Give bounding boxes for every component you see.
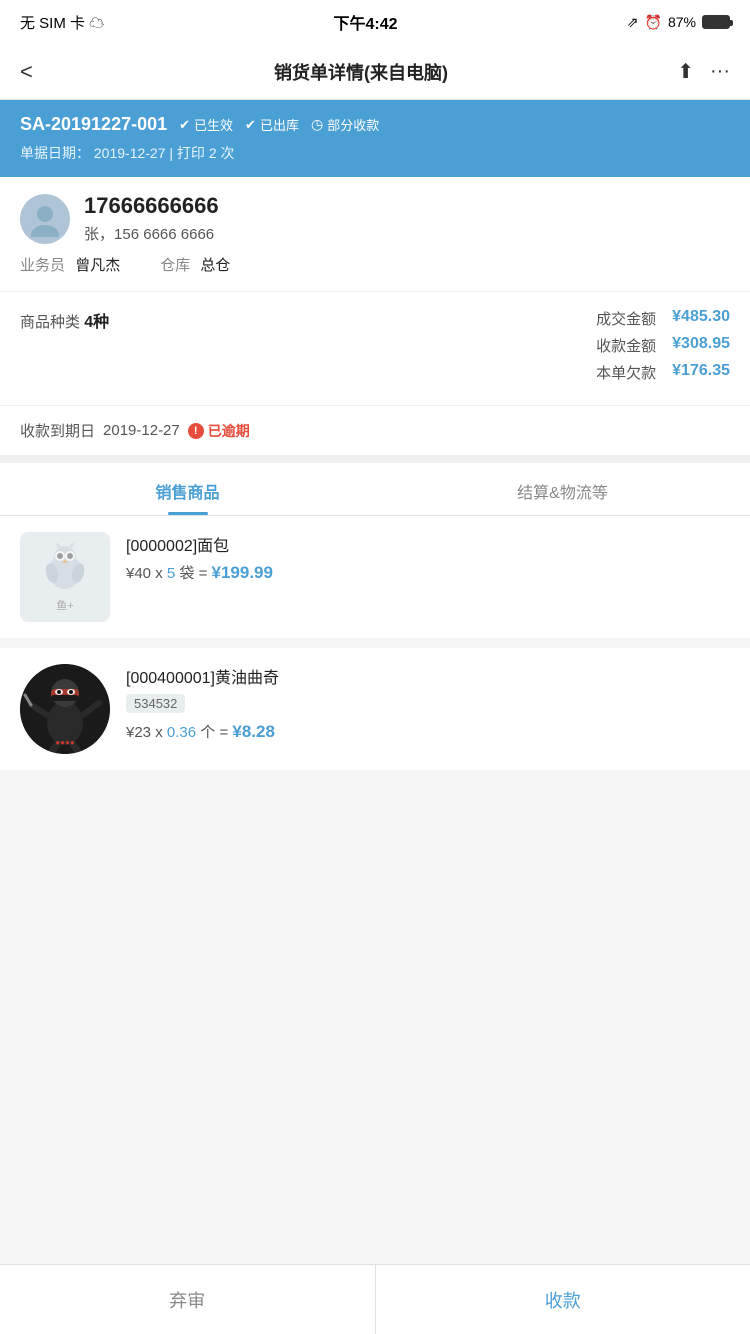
more-icon[interactable]: ··· bbox=[710, 60, 730, 83]
list-item: ●●●● [000400001]黄油曲奇 534532 ¥23 x 0.36 个… bbox=[0, 648, 750, 770]
product-info-2: [000400001]黄油曲奇 534532 ¥23 x 0.36 个 = ¥8… bbox=[126, 664, 730, 742]
category-label: 商品种类 bbox=[20, 314, 80, 331]
warehouse-label: 仓库 bbox=[160, 257, 190, 274]
print-suffix: 次 bbox=[221, 145, 235, 161]
owl-placeholder: 鱼+ bbox=[20, 532, 110, 622]
owed-amount-row: 本单欠款 ¥176.35 bbox=[596, 362, 730, 383]
status-right: ⇗ ⏰ 87% bbox=[627, 14, 730, 31]
bottom-action-bar: 弃审 收款 bbox=[0, 1264, 750, 1334]
product-list: 鱼+ [0000002]面包 ¥40 x 5 袋 = ¥199.99 bbox=[0, 516, 750, 770]
product-unit-1: 袋 bbox=[179, 565, 194, 582]
order-date: 2019-12-27 bbox=[94, 145, 166, 161]
tab-products[interactable]: 销售商品 bbox=[0, 463, 375, 515]
battery-text: 87% bbox=[668, 14, 696, 30]
order-date-row: 单据日期： 2019-12-27 | 打印 2 次 bbox=[20, 143, 730, 163]
status-left: 无 SIM 卡 ☁ bbox=[20, 12, 104, 33]
tabs-bar: 销售商品 结算&物流等 bbox=[0, 463, 750, 516]
warehouse-block: 仓库 总仓 bbox=[160, 254, 230, 275]
salesperson-value: 曾凡杰 bbox=[75, 257, 120, 274]
nav-right-buttons: ⬆ ··· bbox=[677, 59, 730, 84]
nav-bar: < 销货单详情(来自电脑) ⬆ ··· bbox=[0, 44, 750, 100]
avatar bbox=[20, 194, 70, 244]
owed-amount-label: 本单欠款 bbox=[596, 362, 656, 383]
check-icon-effective bbox=[179, 117, 190, 133]
customer-info-block: 17666666666 张，156 6666 6666 bbox=[84, 193, 219, 244]
product-thumbnail-2: ●●●● bbox=[20, 664, 110, 754]
overdue-label: 已逾期 bbox=[208, 421, 250, 441]
share-icon[interactable]: ⬆ bbox=[677, 59, 694, 84]
status-time: 下午4:42 bbox=[333, 10, 397, 34]
status-badge-shipped: 已出库 bbox=[245, 115, 299, 134]
svg-text:●●●●: ●●●● bbox=[55, 738, 74, 747]
received-amount-row: 收款金额 ¥308.95 bbox=[596, 335, 730, 356]
alarm-icon: ⏰ bbox=[645, 14, 662, 31]
battery-icon bbox=[702, 15, 730, 29]
product-total-1: ¥199.99 bbox=[212, 563, 273, 582]
back-button[interactable]: < bbox=[20, 59, 33, 85]
order-number: SA-20191227-001 bbox=[20, 114, 167, 135]
product-price-2: ¥23 bbox=[126, 724, 151, 741]
customer-detail-row: 业务员 曾凡杰 仓库 总仓 bbox=[20, 254, 730, 275]
status-bar: 无 SIM 卡 ☁ 下午4:42 ⇗ ⏰ 87% bbox=[0, 0, 750, 44]
overdue-badge: ! 已逾期 bbox=[188, 421, 250, 441]
category-count: 4种 bbox=[84, 314, 109, 331]
product-info-1: [0000002]面包 ¥40 x 5 袋 = ¥199.99 bbox=[126, 532, 730, 583]
print-count: 2 bbox=[209, 145, 217, 161]
payment-due-section: 收款到期日 2019-12-27 ! 已逾期 bbox=[0, 406, 750, 463]
product-qty-2: 0.36 bbox=[167, 724, 196, 741]
summary-section: 商品种类 4种 成交金额 ¥485.30 收款金额 ¥308.95 本单欠款 ¥… bbox=[0, 292, 750, 406]
page-title: 销货单详情(来自电脑) bbox=[45, 59, 677, 85]
salesperson-block: 业务员 曾凡杰 bbox=[20, 254, 120, 275]
received-amount-value: ¥308.95 bbox=[672, 335, 730, 356]
order-header: SA-20191227-001 已生效 已出库 部分收款 单据日期： 2019-… bbox=[0, 100, 750, 177]
customer-phone: 17666666666 bbox=[84, 193, 219, 219]
product-price-row-1: ¥40 x 5 袋 = ¥199.99 bbox=[126, 562, 730, 583]
cancel-button[interactable]: 弃审 bbox=[0, 1265, 376, 1334]
no-sim-text: 无 SIM 卡 ☁ bbox=[20, 12, 104, 33]
salesperson-label: 业务员 bbox=[20, 257, 65, 274]
status-badge-partial: 部分收款 bbox=[311, 115, 379, 134]
summary-amounts: 成交金额 ¥485.30 收款金额 ¥308.95 本单欠款 ¥176.35 bbox=[596, 308, 730, 389]
product-qty-1: 5 bbox=[167, 565, 175, 582]
product-thumbnail-1: 鱼+ bbox=[20, 532, 110, 622]
deal-amount-row: 成交金额 ¥485.30 bbox=[596, 308, 730, 329]
list-item: 鱼+ [0000002]面包 ¥40 x 5 袋 = ¥199.99 bbox=[0, 516, 750, 638]
summary-categories: 商品种类 4种 bbox=[20, 308, 109, 332]
product-name-1: [0000002]面包 bbox=[126, 532, 730, 556]
status-badge-effective: 已生效 bbox=[179, 115, 233, 134]
warehouse-value: 总仓 bbox=[200, 257, 230, 274]
deal-amount-label: 成交金额 bbox=[596, 308, 656, 329]
order-header-top: SA-20191227-001 已生效 已出库 部分收款 bbox=[20, 114, 730, 135]
product-unit-2: 个 bbox=[200, 724, 215, 741]
product-name-2: [000400001]黄油曲奇 bbox=[126, 664, 730, 688]
customer-section: 17666666666 张，156 6666 6666 业务员 曾凡杰 仓库 总… bbox=[0, 177, 750, 292]
product-image-2: ●●●● bbox=[20, 664, 110, 754]
overdue-icon: ! bbox=[188, 423, 204, 439]
date-label: 单据日期： bbox=[20, 145, 90, 161]
owed-amount-value: ¥176.35 bbox=[672, 362, 730, 383]
deal-amount-value: ¥485.30 bbox=[672, 308, 730, 329]
product-price-row-2: ¥23 x 0.36 个 = ¥8.28 bbox=[126, 721, 730, 742]
payment-due-label: 收款到期日 bbox=[20, 420, 95, 441]
customer-name-contact: 张，156 6666 6666 bbox=[84, 223, 219, 244]
product-total-2: ¥8.28 bbox=[232, 722, 275, 741]
received-amount-label: 收款金额 bbox=[596, 335, 656, 356]
product-sku-2: 534532 bbox=[126, 694, 185, 713]
confirm-button[interactable]: 收款 bbox=[376, 1265, 750, 1334]
product-price-1: ¥40 bbox=[126, 565, 151, 582]
payment-due-date: 2019-12-27 bbox=[103, 422, 180, 439]
customer-row: 17666666666 张，156 6666 6666 bbox=[20, 193, 730, 244]
check-icon-shipped bbox=[245, 117, 256, 133]
clock-icon-partial bbox=[311, 116, 323, 133]
print-separator: | 打印 bbox=[169, 145, 205, 161]
location-icon: ⇗ bbox=[627, 14, 639, 31]
tab-settlement[interactable]: 结算&物流等 bbox=[375, 463, 750, 515]
